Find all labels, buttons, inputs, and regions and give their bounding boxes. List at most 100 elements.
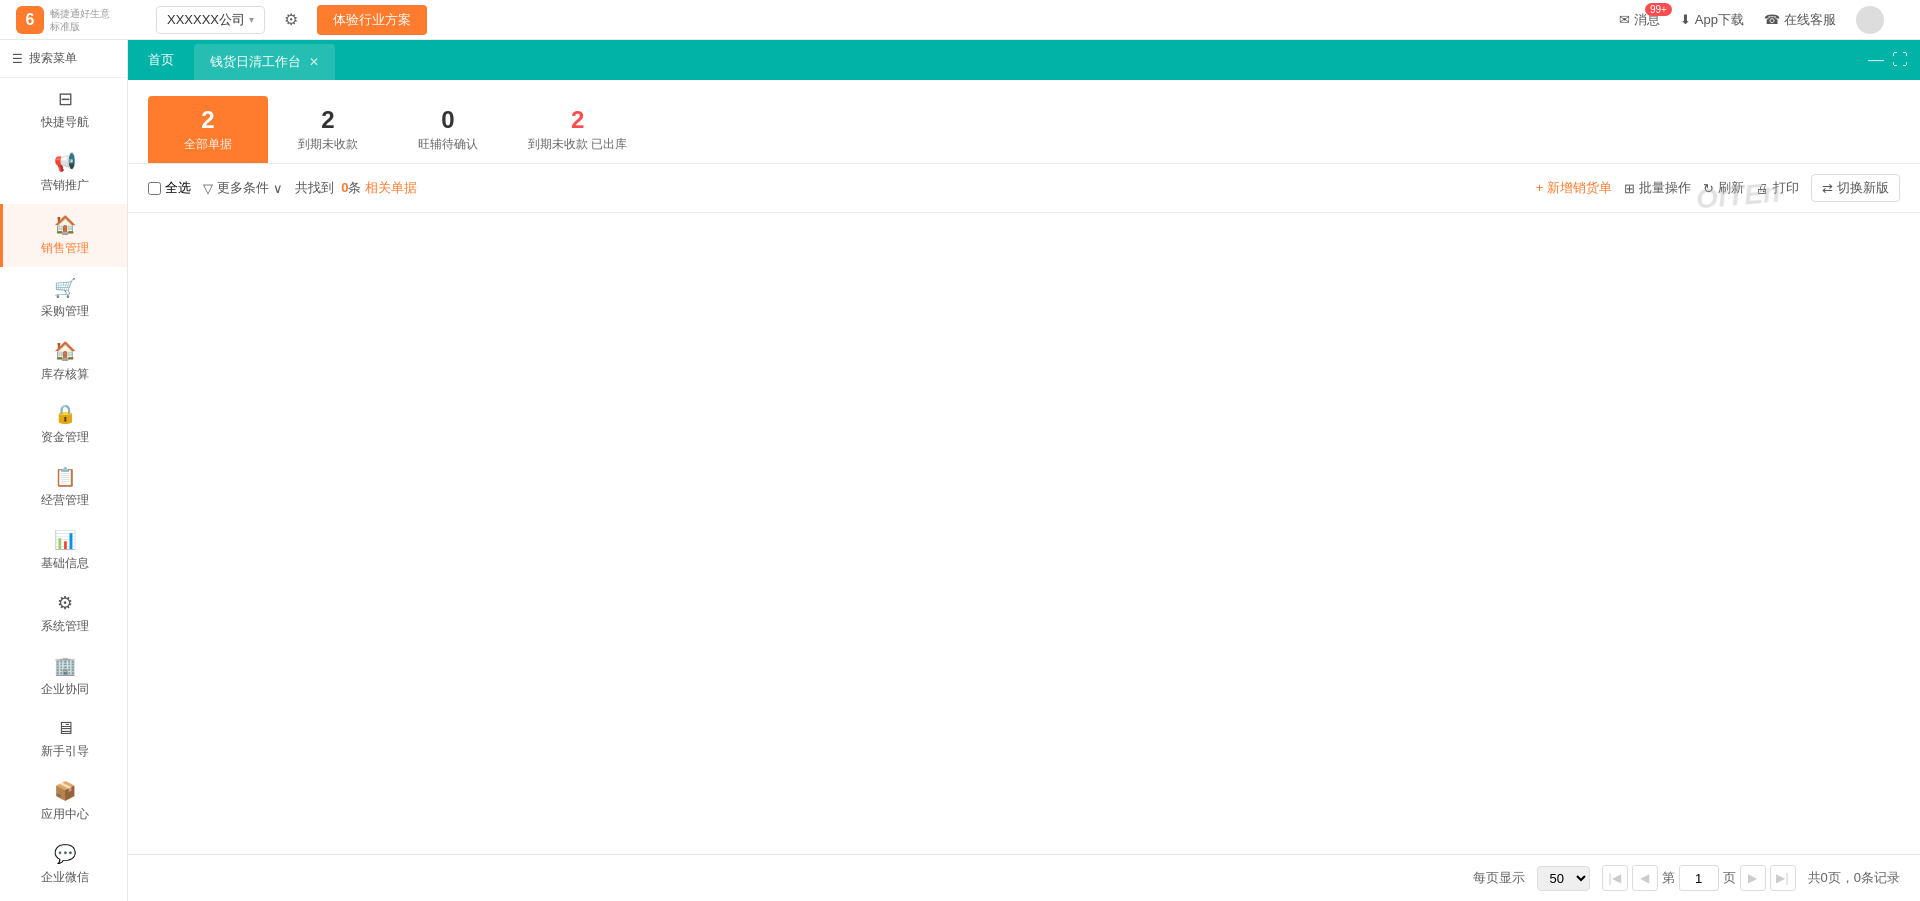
batch-operation-button[interactable]: ⊞ 批量操作	[1624, 179, 1691, 197]
sidebar-item-wechat[interactable]: 💬 企业微信	[0, 833, 127, 896]
tabs-minimize-icon[interactable]: —	[1868, 51, 1884, 69]
select-all-label: 全选	[165, 179, 191, 197]
settings-button[interactable]: ⚙	[277, 6, 305, 34]
refresh-button[interactable]: ↻ 刷新	[1703, 179, 1744, 197]
app-download-button[interactable]: ⬇ App下载	[1680, 11, 1744, 29]
print-icon: 🖨	[1756, 181, 1769, 196]
sidebar-item-quick-nav[interactable]: ⊟ 快捷导航	[0, 78, 127, 141]
service-icon: ☎	[1764, 12, 1780, 27]
operations-icon: 📋	[54, 466, 76, 488]
sidebar-item-marketing[interactable]: 📢 营销推广	[0, 141, 127, 204]
sidebar-label-inventory: 库存核算	[41, 366, 89, 383]
batch-icon: ⊞	[1624, 181, 1635, 196]
filter-label: 更多条件	[217, 179, 269, 197]
stat-tab-shipped[interactable]: 2 到期未收款 已出库	[508, 96, 647, 163]
basic-info-icon: 📊	[54, 529, 76, 551]
marketing-icon: 📢	[54, 151, 76, 173]
app-version: 标准版	[50, 20, 110, 33]
found-link[interactable]: 相关单据	[365, 180, 417, 195]
table-area	[128, 213, 1920, 854]
stat-count-all: 2	[168, 106, 248, 134]
sidebar-label-guide: 新手引导	[41, 743, 89, 760]
topbar-right: ✉ 消息 99+ ⬇ App下载 ☎ 在线客服	[1619, 6, 1904, 34]
message-button[interactable]: ✉ 消息 99+	[1619, 11, 1660, 29]
app-center-icon: 📦	[54, 780, 76, 802]
sidebar-item-guide[interactable]: 🖥 新手引导	[0, 708, 127, 770]
filter-button[interactable]: ▽ 更多条件 ∨	[203, 179, 283, 197]
app-name: 畅捷通好生意	[50, 7, 110, 20]
quick-nav-icon: ⊟	[58, 88, 73, 110]
message-badge: 99+	[1645, 3, 1672, 16]
message-icon: ✉	[1619, 12, 1630, 27]
last-page-button[interactable]: ▶|	[1770, 865, 1796, 891]
page-input[interactable]	[1679, 865, 1719, 891]
filter-icon: ▽	[203, 181, 213, 196]
system-icon: ⚙	[57, 592, 73, 614]
first-page-button[interactable]: |◀	[1602, 865, 1628, 891]
sidebar-label-sales: 销售管理	[41, 240, 89, 257]
tab-cash-work[interactable]: 钱货日清工作台 ✕	[194, 44, 335, 80]
sidebar-item-operations[interactable]: 📋 经营管理	[0, 456, 127, 519]
sidebar-item-system[interactable]: ⚙ 系统管理	[0, 582, 127, 645]
refresh-icon: ↻	[1703, 181, 1714, 196]
company-name: XXXXXX公司	[167, 11, 245, 29]
online-service-label: 在线客服	[1784, 11, 1836, 29]
page-label: 第	[1662, 869, 1675, 887]
print-button[interactable]: 🖨 打印	[1756, 179, 1799, 197]
sidebar-item-cooperation[interactable]: 🏢 企业协同	[0, 645, 127, 708]
sidebar-item-sales[interactable]: 🏠 销售管理	[0, 204, 127, 267]
add-sales-order-button[interactable]: + 新增销货单	[1536, 179, 1612, 197]
stat-count-shipped: 2	[528, 106, 627, 134]
tab-close-icon[interactable]: ✕	[309, 55, 319, 69]
inventory-icon: 🏠	[54, 340, 76, 362]
stat-tab-overdue[interactable]: 2 到期未收款	[268, 96, 388, 163]
stat-label-overdue: 到期未收款	[288, 136, 368, 153]
sidebar-item-inventory[interactable]: 🏠 库存核算	[0, 330, 127, 393]
logo-area: 6 畅捷通好生意 标准版	[16, 6, 144, 34]
tab-label: 钱货日清工作台	[210, 53, 301, 71]
toolbar-right: + 新增销货单 ⊞ 批量操作 ↻ 刷新 🖨 打印 ⇄	[1536, 174, 1900, 202]
switch-label: 切换新版	[1837, 179, 1889, 197]
avatar[interactable]	[1856, 6, 1884, 34]
sidebar-item-finance[interactable]: 🔒 资金管理	[0, 393, 127, 456]
prev-page-button[interactable]: ◀	[1632, 865, 1658, 891]
app-download-label: App下载	[1695, 11, 1744, 29]
tab-home[interactable]: 首页	[128, 40, 194, 80]
cooperation-icon: 🏢	[54, 655, 76, 677]
page-size-select[interactable]: 50	[1537, 866, 1590, 891]
sales-icon: 🏠	[54, 214, 76, 236]
stat-tab-all[interactable]: 2 全部单据	[148, 96, 268, 163]
topbar-left: 6 畅捷通好生意 标准版 XXXXXX公司 ▾ ⚙ 体验行业方案	[16, 5, 427, 35]
stats-tabs: 2 全部单据 2 到期未收款 0 旺辅待确认 2 到期未收款 已出库	[128, 80, 1920, 164]
select-all-checkbox[interactable]: 全选	[148, 179, 191, 197]
company-selector[interactable]: XXXXXX公司 ▾	[156, 6, 265, 34]
next-page-button[interactable]: ▶	[1740, 865, 1766, 891]
topbar: 6 畅捷通好生意 标准版 XXXXXX公司 ▾ ⚙ 体验行业方案 ✉ 消息 99…	[0, 0, 1920, 40]
sidebar-item-basic-info[interactable]: 📊 基础信息	[0, 519, 127, 582]
search-label: 搜索菜单	[29, 50, 77, 67]
sidebar-search[interactable]: ☰ 搜索菜单	[0, 40, 127, 78]
switch-version-button[interactable]: ⇄ 切换新版	[1811, 174, 1900, 202]
sidebar-label-quick-nav: 快捷导航	[41, 114, 89, 131]
logo-icon: 6	[16, 6, 44, 34]
sidebar-item-purchase[interactable]: 🛒 采购管理	[0, 267, 127, 330]
sidebar-item-app-center[interactable]: 📦 应用中心	[0, 770, 127, 833]
tabs-maximize-icon[interactable]: ⛶	[1892, 51, 1908, 69]
toolbar-left: 全选 ▽ 更多条件 ∨ 共找到 0条 相关单据	[148, 179, 1520, 197]
select-all-input[interactable]	[148, 182, 161, 195]
search-icon: ☰	[12, 52, 23, 66]
sidebar-label-finance: 资金管理	[41, 429, 89, 446]
sidebar: ☰ 搜索菜单 ⊟ 快捷导航 📢 营销推广 🏠 销售管理 🛒 采购管理 🏠 库存核…	[0, 40, 128, 901]
stat-tab-pending[interactable]: 0 旺辅待确认	[388, 96, 508, 163]
main-layout: ☰ 搜索菜单 ⊟ 快捷导航 📢 营销推广 🏠 销售管理 🛒 采购管理 🏠 库存核…	[0, 40, 1920, 901]
sidebar-item-member[interactable]: V 畅会员	[0, 896, 127, 901]
online-service-button[interactable]: ☎ 在线客服	[1764, 11, 1836, 29]
sidebar-label-basic-info: 基础信息	[41, 555, 89, 572]
sidebar-label-operations: 经营管理	[41, 492, 89, 509]
logo-text: 畅捷通好生意 标准版	[50, 7, 110, 33]
tabs-actions: — ⛶	[1868, 40, 1920, 80]
page-nav: |◀ ◀ 第 页 ▶ ▶|	[1602, 865, 1796, 891]
trial-button[interactable]: 体验行业方案	[317, 5, 427, 35]
chevron-down-icon: ▾	[249, 14, 254, 25]
refresh-label: 刷新	[1718, 179, 1744, 197]
